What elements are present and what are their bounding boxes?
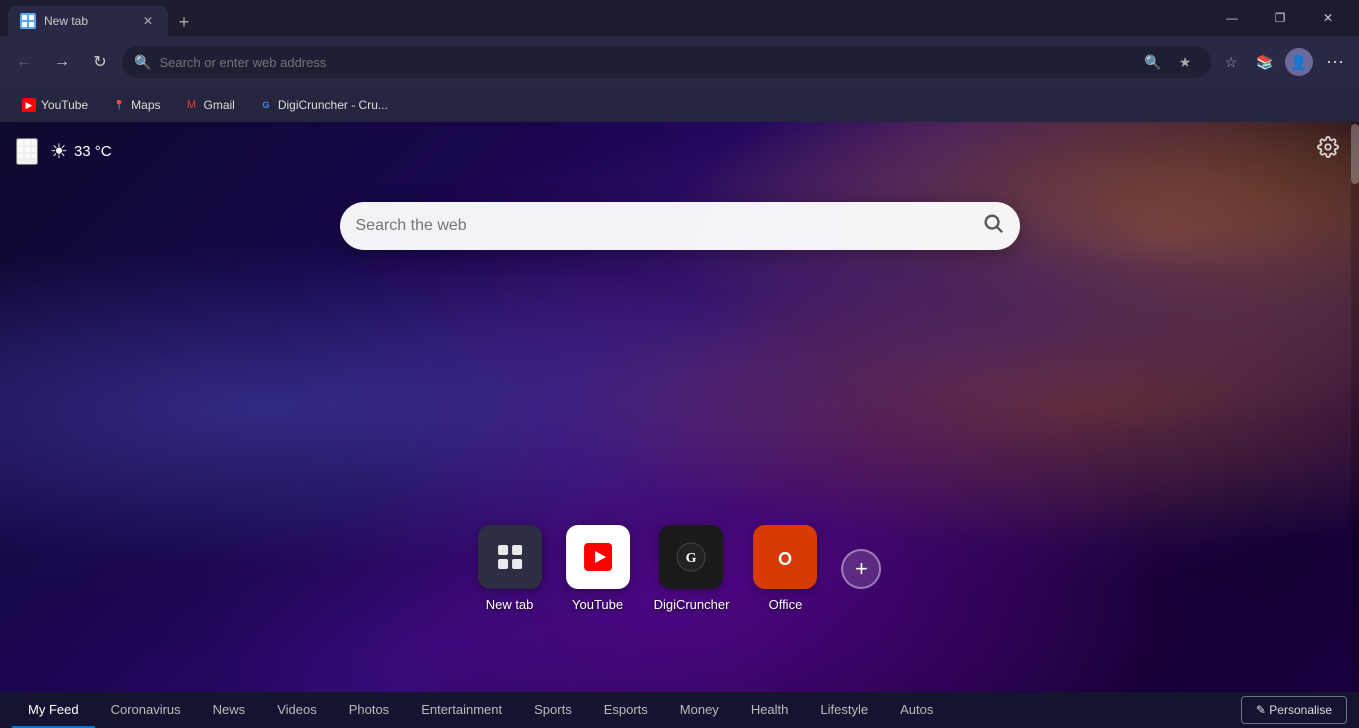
minimize-button[interactable]: — bbox=[1209, 0, 1255, 36]
news-tab-lifestyle[interactable]: Lifestyle bbox=[804, 692, 884, 728]
digicruncher-favicon: G bbox=[259, 98, 273, 112]
news-tab-health[interactable]: Health bbox=[735, 692, 805, 728]
new-tab-button[interactable]: + bbox=[170, 8, 198, 36]
bottom-bar: My Feed Coronavirus News Videos Photos E… bbox=[0, 692, 1359, 728]
digicruncher-icon: G bbox=[660, 525, 724, 589]
address-right-icons: 🔍 ★ bbox=[1139, 48, 1199, 76]
menu-button[interactable]: ⋯ bbox=[1319, 46, 1351, 78]
newtab-icon bbox=[478, 525, 542, 589]
news-tab-news[interactable]: News bbox=[197, 692, 262, 728]
newtab-label: New tab bbox=[486, 597, 534, 612]
tab-close-button[interactable]: ✕ bbox=[140, 13, 156, 29]
news-tab-esports[interactable]: Esports bbox=[588, 692, 664, 728]
bookmark-youtube-label: YouTube bbox=[41, 98, 88, 112]
collections-button[interactable]: 📚 bbox=[1251, 48, 1279, 76]
tab-favicon bbox=[20, 13, 36, 29]
tab-title: New tab bbox=[44, 14, 132, 28]
search-input[interactable] bbox=[356, 217, 970, 235]
scrollbar-thumb[interactable] bbox=[1351, 124, 1359, 184]
news-tab-photos[interactable]: Photos bbox=[333, 692, 405, 728]
profile-button[interactable]: 👤 bbox=[1285, 48, 1313, 76]
weather-temp: 33 °C bbox=[74, 143, 112, 160]
window-controls: — ❐ ✕ bbox=[1209, 0, 1351, 36]
weather-icon: ☀ bbox=[50, 139, 68, 164]
news-tab-coronavirus[interactable]: Coronavirus bbox=[95, 692, 197, 728]
bookmark-gmail[interactable]: M Gmail bbox=[175, 94, 245, 116]
youtube-icon bbox=[566, 525, 630, 589]
add-site-button[interactable]: + bbox=[841, 549, 881, 589]
news-tab-myfeed[interactable]: My Feed bbox=[12, 692, 95, 728]
news-tab-videos[interactable]: Videos bbox=[261, 692, 333, 728]
maps-favicon: 📍 bbox=[112, 98, 126, 112]
top-left-controls: ☀ 33 °C bbox=[16, 138, 112, 165]
bookmark-gmail-label: Gmail bbox=[204, 98, 235, 112]
news-tab-sports[interactable]: Sports bbox=[518, 692, 588, 728]
bookmark-maps-label: Maps bbox=[131, 98, 160, 112]
office-icon: O bbox=[753, 525, 817, 589]
digicruncher-label: DigiCruncher bbox=[654, 597, 730, 612]
active-tab[interactable]: New tab ✕ bbox=[8, 6, 168, 36]
quick-link-youtube[interactable]: YouTube bbox=[566, 525, 630, 612]
youtube-label: YouTube bbox=[572, 597, 623, 612]
youtube-favicon: ▶ bbox=[22, 98, 36, 112]
zoom-button[interactable]: 🔍 bbox=[1139, 48, 1167, 76]
main-content: ☀ 33 °C bbox=[0, 122, 1359, 692]
settings-button[interactable] bbox=[1317, 136, 1339, 164]
address-input[interactable] bbox=[159, 55, 1131, 70]
forward-button[interactable]: → bbox=[46, 46, 78, 78]
scrollbar-track[interactable] bbox=[1351, 122, 1359, 692]
quick-link-newtab[interactable]: New tab bbox=[478, 525, 542, 612]
bookmark-digicruncher[interactable]: G DigiCruncher - Cru... bbox=[249, 94, 398, 116]
personalise-button[interactable]: ✎ Personalise bbox=[1241, 696, 1347, 724]
search-container bbox=[340, 202, 1020, 250]
bookmark-digicruncher-label: DigiCruncher - Cru... bbox=[278, 98, 388, 112]
search-box bbox=[340, 202, 1020, 250]
favorites-button[interactable]: ☆ bbox=[1217, 48, 1245, 76]
address-search-icon: 🔍 bbox=[134, 54, 151, 71]
news-tab-autos[interactable]: Autos bbox=[884, 692, 949, 728]
favorites-add-button[interactable]: ★ bbox=[1171, 48, 1199, 76]
address-bar-row: ← → ↻ 🔍 🔍 ★ ☆ 📚 👤 ⋯ bbox=[0, 36, 1359, 88]
close-button[interactable]: ✕ bbox=[1305, 0, 1351, 36]
news-tab-money[interactable]: Money bbox=[664, 692, 735, 728]
weather-widget: ☀ 33 °C bbox=[50, 139, 112, 164]
bookmark-maps[interactable]: 📍 Maps bbox=[102, 94, 170, 116]
gmail-favicon: M bbox=[185, 98, 199, 112]
search-submit-button[interactable] bbox=[982, 212, 1004, 240]
address-input-container[interactable]: 🔍 🔍 ★ bbox=[122, 46, 1211, 78]
refresh-button[interactable]: ↻ bbox=[84, 46, 116, 78]
bookmark-youtube[interactable]: ▶ YouTube bbox=[12, 94, 98, 116]
office-label: Office bbox=[769, 597, 803, 612]
svg-text:G: G bbox=[686, 551, 697, 566]
title-bar: New tab ✕ + — ❐ ✕ bbox=[0, 0, 1359, 36]
apps-grid-button[interactable] bbox=[16, 138, 38, 165]
news-tab-entertainment[interactable]: Entertainment bbox=[405, 692, 518, 728]
bookmarks-bar: ▶ YouTube 📍 Maps M Gmail G DigiCruncher … bbox=[0, 88, 1359, 122]
maximize-button[interactable]: ❐ bbox=[1257, 0, 1303, 36]
quick-links: New tab YouTube G DigiCruncher bbox=[478, 525, 882, 612]
tab-group: New tab ✕ + bbox=[8, 0, 198, 36]
quick-link-office[interactable]: O Office bbox=[753, 525, 817, 612]
back-button[interactable]: ← bbox=[8, 46, 40, 78]
svg-text:O: O bbox=[779, 547, 793, 571]
quick-link-digicruncher[interactable]: G DigiCruncher bbox=[654, 525, 730, 612]
